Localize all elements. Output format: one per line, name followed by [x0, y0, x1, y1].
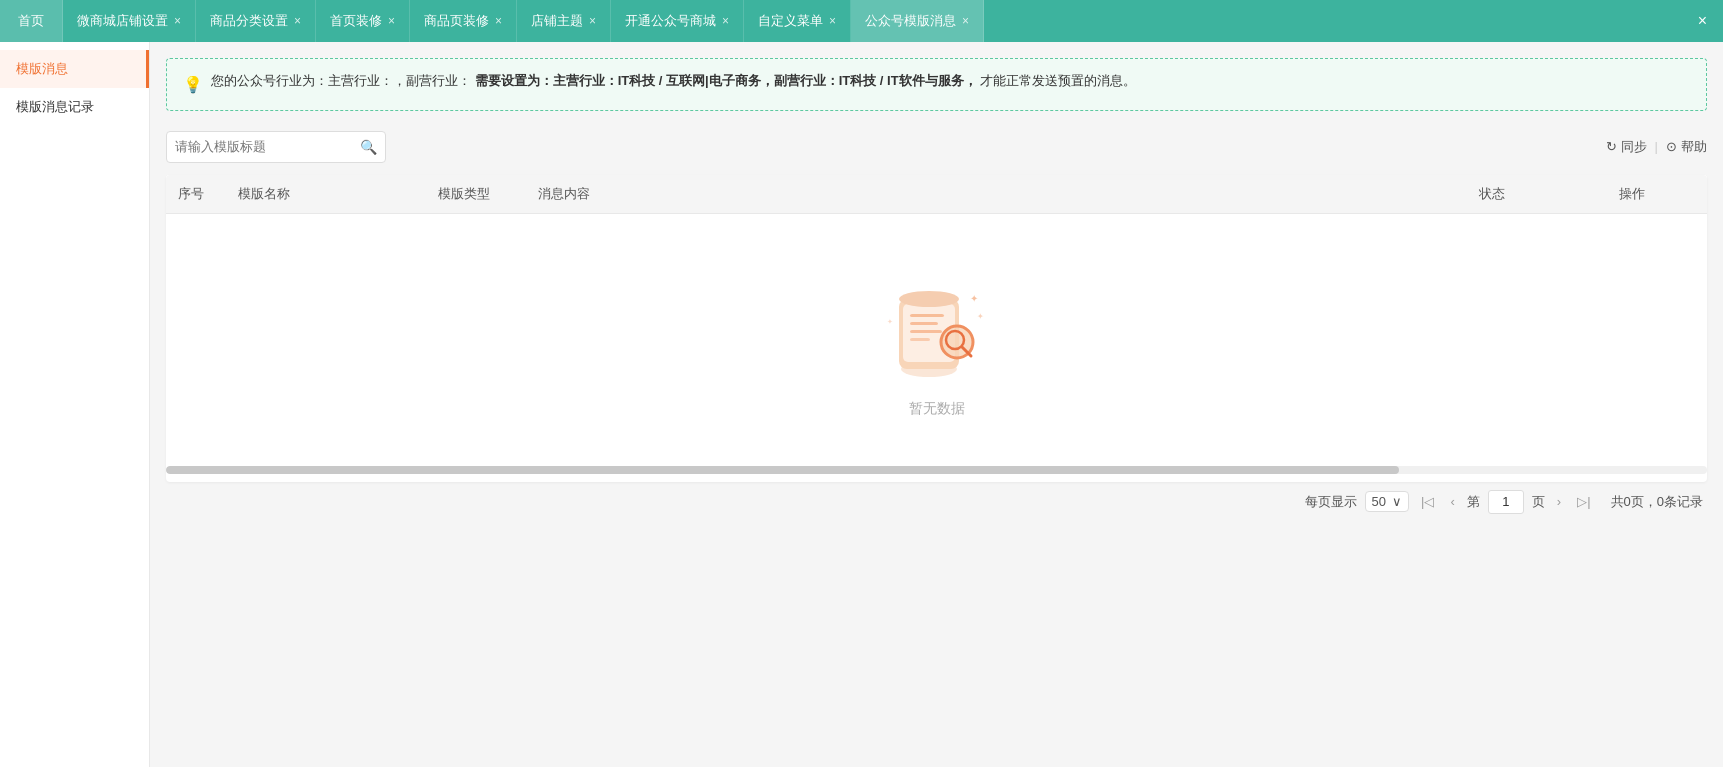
- page-label-prefix: 第: [1467, 493, 1480, 511]
- svg-text:✦: ✦: [887, 318, 893, 325]
- search-bar: 🔍 ↻ 同步 | ⊙ 帮助: [166, 131, 1707, 163]
- empty-state: ✦ ✦ ✦ 暂无数据: [166, 214, 1707, 458]
- sidebar-item-template-msg[interactable]: 模版消息: [0, 50, 149, 88]
- tab-close-open-mall[interactable]: ×: [722, 14, 729, 28]
- svg-rect-6: [910, 330, 942, 333]
- tab-close-template-msg[interactable]: ×: [962, 14, 969, 28]
- page-size-value: 50: [1372, 494, 1386, 509]
- tab-close-wechat-shop[interactable]: ×: [174, 14, 181, 28]
- info-banner-text: 您的公众号行业为：主营行业：，副营行业： 需要设置为：主营行业：IT科技 / 互…: [211, 71, 1136, 92]
- nav-tab-wechat-shop[interactable]: 微商城店铺设置×: [63, 0, 196, 42]
- nav-tab-open-mall[interactable]: 开通公众号商城×: [611, 0, 744, 42]
- page-size-chevron: ∨: [1392, 494, 1402, 509]
- close-all-button[interactable]: ×: [1682, 12, 1723, 30]
- th-seq: 序号: [166, 175, 226, 214]
- nav-tab-shop-theme[interactable]: 店铺主题×: [517, 0, 611, 42]
- svg-point-3: [899, 291, 959, 307]
- nav-tab-product-decor[interactable]: 商品页装修×: [410, 0, 517, 42]
- empty-illustration: ✦ ✦ ✦: [877, 274, 997, 384]
- top-navigation: 首页微商城店铺设置×商品分类设置×首页装修×商品页装修×店铺主题×开通公众号商城…: [0, 0, 1723, 42]
- horizontal-scrollbar[interactable]: [166, 466, 1707, 474]
- nav-tab-custom-menu[interactable]: 自定义菜单×: [744, 0, 851, 42]
- sync-icon: ↻: [1606, 139, 1617, 154]
- sidebar-item-template-msg-record[interactable]: 模版消息记录: [0, 88, 149, 126]
- next-page-button[interactable]: ›: [1553, 492, 1565, 511]
- nav-tab-category-setting[interactable]: 商品分类设置×: [196, 0, 316, 42]
- page-total: 共0页，0条记录: [1611, 493, 1703, 511]
- content-area: 💡 您的公众号行业为：主营行业：，副营行业： 需要设置为：主营行业：IT科技 /…: [150, 42, 1723, 767]
- nav-tab-template-msg[interactable]: 公众号模版消息×: [851, 0, 984, 42]
- top-actions: ↻ 同步 | ⊙ 帮助: [1606, 138, 1707, 156]
- page-input[interactable]: [1488, 490, 1524, 514]
- nav-tab-home[interactable]: 首页: [0, 0, 63, 42]
- first-page-button[interactable]: |◁: [1417, 492, 1438, 511]
- page-size-label: 每页显示: [1305, 493, 1357, 511]
- main-layout: 模版消息模版消息记录 💡 您的公众号行业为：主营行业：，副营行业： 需要设置为：…: [0, 42, 1723, 767]
- page-size-select[interactable]: 50 ∨: [1365, 491, 1409, 512]
- svg-text:✦: ✦: [970, 293, 978, 304]
- search-input-wrap[interactable]: 🔍: [166, 131, 386, 163]
- info-banner: 💡 您的公众号行业为：主营行业：，副营行业： 需要设置为：主营行业：IT科技 /…: [166, 58, 1707, 111]
- th-status: 状态: [1467, 175, 1607, 214]
- pagination: 每页显示 50 ∨ |◁ ‹ 第 页 › ▷| 共0页，0条记录: [166, 482, 1707, 522]
- th-type: 模版类型: [426, 175, 526, 214]
- page-label-suffix: 页: [1532, 493, 1545, 511]
- svg-rect-7: [910, 338, 930, 341]
- prev-page-button[interactable]: ‹: [1446, 492, 1458, 511]
- tab-close-product-decor[interactable]: ×: [495, 14, 502, 28]
- th-name: 模版名称: [226, 175, 426, 214]
- scrollbar-thumb: [166, 466, 1399, 474]
- bulb-icon: 💡: [183, 72, 203, 98]
- search-input[interactable]: [175, 139, 360, 154]
- sidebar: 模版消息模版消息记录: [0, 42, 150, 767]
- help-icon: ⊙: [1666, 139, 1677, 154]
- svg-rect-4: [910, 314, 944, 317]
- svg-text:✦: ✦: [977, 312, 984, 321]
- svg-rect-5: [910, 322, 938, 325]
- tab-close-category-setting[interactable]: ×: [294, 14, 301, 28]
- sync-button[interactable]: ↻ 同步: [1606, 138, 1647, 156]
- tab-close-shop-theme[interactable]: ×: [589, 14, 596, 28]
- table-header: 序号模版名称模版类型消息内容状态操作: [166, 175, 1707, 214]
- data-table: 序号模版名称模版类型消息内容状态操作: [166, 175, 1707, 214]
- th-content: 消息内容: [526, 175, 1467, 214]
- th-action: 操作: [1607, 175, 1707, 214]
- tab-close-custom-menu[interactable]: ×: [829, 14, 836, 28]
- toolbar-divider: |: [1655, 139, 1658, 154]
- nav-tab-home-decor[interactable]: 首页装修×: [316, 0, 410, 42]
- table-container: 序号模版名称模版类型消息内容状态操作: [166, 175, 1707, 482]
- empty-text: 暂无数据: [909, 400, 965, 418]
- search-icon[interactable]: 🔍: [360, 139, 377, 155]
- help-button[interactable]: ⊙ 帮助: [1666, 138, 1707, 156]
- tab-close-home-decor[interactable]: ×: [388, 14, 395, 28]
- last-page-button[interactable]: ▷|: [1573, 492, 1594, 511]
